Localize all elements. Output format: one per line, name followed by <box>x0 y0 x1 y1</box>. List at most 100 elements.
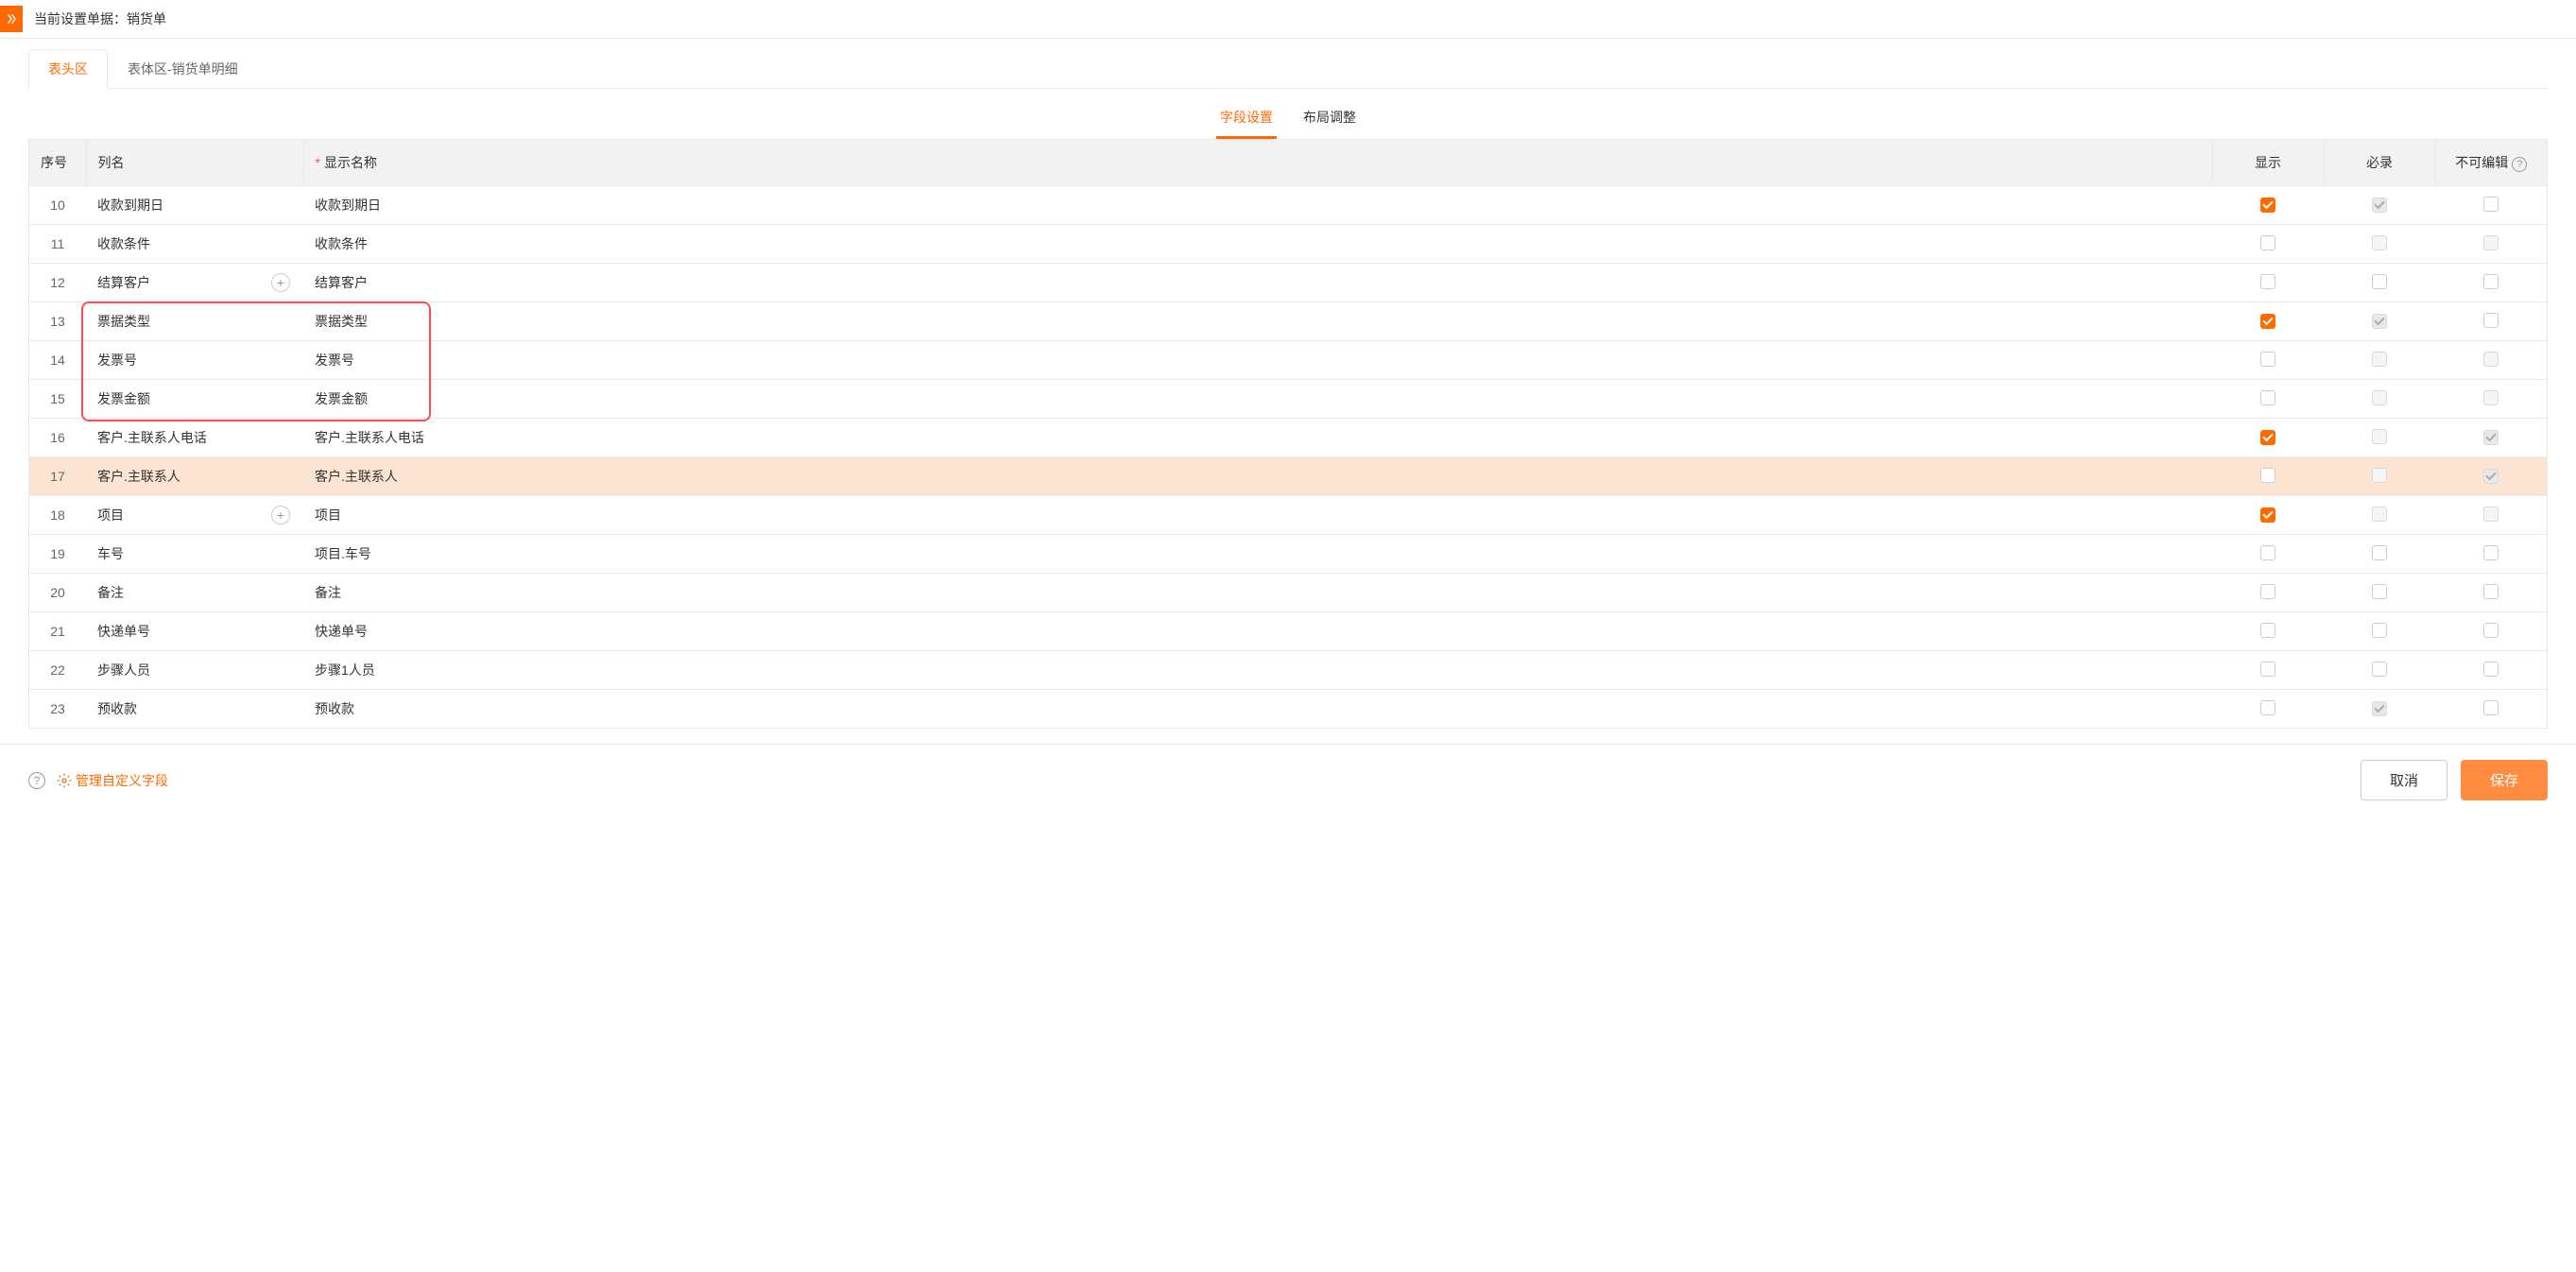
show-checkbox[interactable] <box>2260 314 2275 329</box>
required-checkbox <box>2372 507 2387 522</box>
required-checkbox <box>2372 352 2387 367</box>
required-checkbox[interactable] <box>2372 584 2387 599</box>
tab-primary-1[interactable]: 表体区-销货单明细 <box>108 49 258 89</box>
row-seq: 13 <box>29 302 86 341</box>
tab-secondary-1[interactable]: 布局调整 <box>1299 102 1360 139</box>
show-checkbox[interactable] <box>2260 198 2275 213</box>
readonly-checkbox <box>2483 390 2499 405</box>
row-seq: 14 <box>29 341 86 380</box>
col-header-required: 必录 <box>2324 140 2435 186</box>
table-row: 10收款到期日收款到期日 <box>29 186 2547 225</box>
manage-custom-fields-link[interactable]: 管理自定义字段 <box>57 771 168 790</box>
readonly-checkbox[interactable] <box>2483 274 2499 289</box>
row-display-name[interactable]: 发票号 <box>303 341 2212 380</box>
row-field-name: 收款到期日 <box>86 186 303 225</box>
row-field-name: 备注 <box>86 574 303 612</box>
primary-tabs: 表头区表体区-销货单明细 <box>28 48 2548 89</box>
doc-name: 销货单 <box>127 11 166 26</box>
readonly-checkbox <box>2483 430 2499 445</box>
col-header-seq: 序号 <box>29 140 86 186</box>
show-checkbox[interactable] <box>2260 430 2275 445</box>
required-checkbox <box>2372 701 2387 716</box>
row-display-name[interactable]: 项目.车号 <box>303 535 2212 574</box>
row-display-name[interactable]: 客户.主联系人电话 <box>303 419 2212 457</box>
row-field-name: 客户.主联系人 <box>86 457 303 496</box>
row-display-name[interactable]: 客户.主联系人 <box>303 457 2212 496</box>
show-checkbox[interactable] <box>2260 623 2275 638</box>
row-seq: 21 <box>29 612 86 651</box>
field-table-wrapper: 序号 列名 *显示名称 显示 必录 不可编辑? 10收款到期日收款到期日11收款… <box>28 139 2548 729</box>
show-checkbox[interactable] <box>2260 545 2275 560</box>
footer: ? 管理自定义字段 取消 保存 <box>0 744 2576 816</box>
required-checkbox[interactable] <box>2372 623 2387 638</box>
required-asterisk: * <box>316 155 320 170</box>
show-checkbox[interactable] <box>2260 274 2275 289</box>
row-display-name[interactable]: 结算客户 <box>303 264 2212 302</box>
readonly-checkbox[interactable] <box>2483 545 2499 560</box>
row-seq: 15 <box>29 380 86 419</box>
cancel-button[interactable]: 取消 <box>2361 760 2447 800</box>
plus-icon[interactable]: + <box>271 273 290 292</box>
plus-icon[interactable]: + <box>271 506 290 524</box>
show-checkbox[interactable] <box>2260 507 2275 523</box>
row-display-name[interactable]: 预收款 <box>303 690 2212 729</box>
row-seq: 12 <box>29 264 86 302</box>
tab-primary-0[interactable]: 表头区 <box>28 49 108 89</box>
row-display-name[interactable]: 收款条件 <box>303 225 2212 264</box>
table-row: 16客户.主联系人电话客户.主联系人电话 <box>29 419 2547 457</box>
show-checkbox[interactable] <box>2260 235 2275 250</box>
row-seq: 23 <box>29 690 86 729</box>
table-row: 21快递单号快递单号 <box>29 612 2547 651</box>
row-seq: 18 <box>29 496 86 535</box>
tab-secondary-0[interactable]: 字段设置 <box>1216 102 1277 139</box>
expand-sidebar-button[interactable] <box>0 6 23 32</box>
row-field-name: 客户.主联系人电话 <box>86 419 303 457</box>
table-row: 15发票金额发票金额 <box>29 380 2547 419</box>
readonly-checkbox[interactable] <box>2483 197 2499 212</box>
help-icon[interactable]: ? <box>28 772 45 789</box>
required-checkbox <box>2372 198 2387 213</box>
help-icon[interactable]: ? <box>2512 157 2527 172</box>
readonly-checkbox[interactable] <box>2483 700 2499 715</box>
table-row: 11收款条件收款条件 <box>29 225 2547 264</box>
row-field-name: 项目+ <box>86 496 303 535</box>
show-checkbox[interactable] <box>2260 352 2275 367</box>
row-field-name: 快递单号 <box>86 612 303 651</box>
row-seq: 17 <box>29 457 86 496</box>
row-display-name[interactable]: 快递单号 <box>303 612 2212 651</box>
row-field-name: 收款条件 <box>86 225 303 264</box>
col-header-name: 列名 <box>86 140 303 186</box>
row-field-name: 发票金额 <box>86 380 303 419</box>
row-field-name: 票据类型 <box>86 302 303 341</box>
show-checkbox[interactable] <box>2260 390 2275 405</box>
row-display-name[interactable]: 项目 <box>303 496 2212 535</box>
col-header-show: 显示 <box>2212 140 2324 186</box>
table-row: 13票据类型票据类型 <box>29 302 2547 341</box>
readonly-checkbox[interactable] <box>2483 584 2499 599</box>
row-display-name[interactable]: 发票金额 <box>303 380 2212 419</box>
show-checkbox[interactable] <box>2260 700 2275 715</box>
show-checkbox[interactable] <box>2260 468 2275 483</box>
readonly-checkbox[interactable] <box>2483 662 2499 677</box>
table-row: 19车号项目.车号 <box>29 535 2547 574</box>
readonly-checkbox[interactable] <box>2483 313 2499 328</box>
readonly-checkbox <box>2483 469 2499 484</box>
custom-fields-label: 管理自定义字段 <box>76 771 168 790</box>
required-checkbox[interactable] <box>2372 662 2387 677</box>
row-display-name[interactable]: 收款到期日 <box>303 186 2212 225</box>
required-checkbox[interactable] <box>2372 274 2387 289</box>
row-display-name[interactable]: 备注 <box>303 574 2212 612</box>
show-checkbox[interactable] <box>2260 662 2275 677</box>
required-checkbox[interactable] <box>2372 545 2387 560</box>
row-display-name[interactable]: 步骤1人员 <box>303 651 2212 690</box>
readonly-checkbox[interactable] <box>2483 623 2499 638</box>
row-seq: 20 <box>29 574 86 612</box>
row-field-name: 车号 <box>86 535 303 574</box>
save-button[interactable]: 保存 <box>2461 760 2548 800</box>
show-checkbox[interactable] <box>2260 584 2275 599</box>
col-header-display: *显示名称 <box>303 140 2212 186</box>
row-seq: 10 <box>29 186 86 225</box>
row-display-name[interactable]: 票据类型 <box>303 302 2212 341</box>
table-row: 12结算客户+结算客户 <box>29 264 2547 302</box>
row-seq: 22 <box>29 651 86 690</box>
